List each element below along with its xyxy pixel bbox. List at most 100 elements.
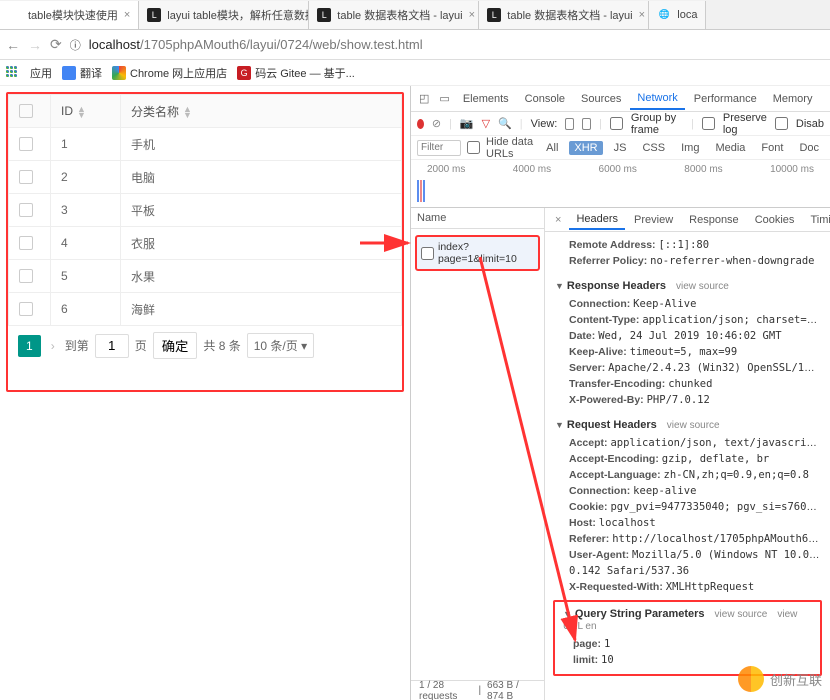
row-checkbox[interactable]	[19, 269, 33, 283]
browser-tab[interactable]: table模块快速使用×	[0, 1, 139, 29]
tick: 4000 ms	[513, 164, 551, 175]
chrome-icon	[112, 66, 126, 80]
favicon-icon: L	[317, 8, 331, 22]
tab-headers[interactable]: Headers	[569, 210, 625, 230]
filter-input[interactable]	[417, 140, 461, 156]
back-icon[interactable]: ←	[6, 37, 20, 53]
view-small-icon[interactable]	[582, 118, 591, 130]
favicon-icon	[8, 8, 22, 22]
pagination: 1 › 到第 页 确定 共 8 条 10 条/页 ▾	[8, 326, 402, 365]
tab-console[interactable]: Console	[518, 89, 572, 109]
tab-performance[interactable]: Performance	[687, 89, 764, 109]
limit-select[interactable]: 10 条/页 ▾	[247, 333, 314, 358]
filter-doc[interactable]: Doc	[794, 141, 824, 155]
browser-tab[interactable]: Ltable 数据表格文档 - layui×	[479, 1, 649, 29]
tab-title: table 数据表格文档 - layui	[337, 7, 462, 23]
filter-css[interactable]: CSS	[637, 141, 670, 155]
filter-media[interactable]: Media	[710, 141, 750, 155]
tab-timing[interactable]: Timing	[803, 211, 830, 229]
filter-font[interactable]: Font	[756, 141, 788, 155]
close-tab-icon[interactable]: ×	[639, 9, 645, 21]
header-row: Accept: application/json, text/javascrip…	[555, 435, 820, 451]
filter-xhr[interactable]: XHR	[569, 141, 602, 155]
data-table: ID▲▼ 分类名称▲▼ 1手机 2电脑 3平板 4衣服 5水果 6海鲜	[8, 94, 402, 326]
row-checkbox[interactable]	[19, 170, 33, 184]
tab-network[interactable]: Network	[630, 88, 684, 110]
header-row: 0.142 Safari/537.36	[555, 563, 820, 579]
site-info-icon[interactable]: ⓘ	[70, 37, 81, 53]
close-tab-icon[interactable]: ×	[469, 9, 475, 21]
total-count: 共 8 条	[203, 337, 240, 354]
preserve-checkbox[interactable]	[702, 117, 715, 130]
disable-cache-checkbox[interactable]	[775, 117, 788, 130]
tab-elements[interactable]: Elements	[456, 89, 516, 109]
network-timeline[interactable]: 2000 ms 4000 ms 6000 ms 8000 ms 10000 ms	[411, 160, 830, 208]
browser-tab[interactable]: Llayui table模块，解析任意数据×	[139, 1, 309, 29]
inspect-icon[interactable]: ◰	[415, 92, 433, 105]
reload-icon[interactable]: ⟳	[50, 36, 62, 53]
page-next-icon[interactable]: ›	[47, 339, 59, 353]
request-headers-section[interactable]: ▼Request Headersview source	[555, 415, 820, 435]
group-checkbox[interactable]	[610, 117, 623, 130]
request-row[interactable]: index?page=1&limit=10	[415, 235, 540, 271]
checkbox-all[interactable]	[19, 104, 33, 118]
page-current[interactable]: 1	[18, 335, 41, 357]
table-body: 1手机 2电脑 3平板 4衣服 5水果 6海鲜	[9, 128, 402, 326]
row-checkbox[interactable]	[19, 236, 33, 250]
table-row[interactable]: 6海鲜	[9, 293, 402, 326]
favicon-icon: L	[487, 8, 501, 22]
filter-all[interactable]: All	[541, 141, 563, 155]
response-headers-section[interactable]: ▼Response Headersview source	[555, 276, 820, 296]
search-icon[interactable]: 🔍	[498, 117, 512, 130]
watermark-icon	[738, 666, 764, 692]
goto-input[interactable]	[95, 334, 129, 358]
sort-icon[interactable]: ▲▼	[183, 106, 192, 118]
view-large-icon[interactable]	[565, 118, 574, 130]
request-checkbox[interactable]	[421, 247, 434, 260]
header-row: Date: Wed, 24 Jul 2019 10:46:02 GMT	[555, 328, 820, 344]
tab-cookies[interactable]: Cookies	[748, 211, 802, 229]
row-checkbox[interactable]	[19, 302, 33, 316]
filter-js[interactable]: JS	[609, 141, 632, 155]
bookmark-item[interactable]: 翻译	[62, 65, 102, 81]
table-row[interactable]: 4衣服	[9, 227, 402, 260]
row-checkbox[interactable]	[19, 137, 33, 151]
qsp-section[interactable]: ▼Query String Parametersview sourceview …	[559, 604, 816, 636]
device-icon[interactable]: ▭	[435, 92, 453, 105]
bookmark-item[interactable]: G码云 Gitee — 基于...	[237, 65, 355, 81]
url-text[interactable]: localhost/1705phpAMouth6/layui/0724/web/…	[89, 37, 824, 52]
watermark-text: 创新互联	[770, 670, 822, 689]
tab-sources[interactable]: Sources	[574, 89, 628, 109]
filter-bar: Hide data URLs All XHR JS CSS Img Media …	[411, 136, 830, 160]
bookmark-item[interactable]: Chrome 网上应用店	[112, 65, 227, 81]
table-row[interactable]: 5水果	[9, 260, 402, 293]
hide-data-checkbox[interactable]	[467, 141, 480, 154]
remote-address-val: [::1]:80	[658, 239, 709, 251]
filter-icon[interactable]: ▽	[482, 117, 490, 130]
row-checkbox[interactable]	[19, 203, 33, 217]
camera-icon[interactable]: 📷	[460, 117, 474, 130]
browser-tab[interactable]: Ltable 数据表格文档 - layui ×	[309, 1, 479, 29]
status-bytes: 663 B / 874 B	[487, 680, 536, 700]
goto-confirm-button[interactable]: 确定	[153, 332, 198, 359]
browser-tab[interactable]: 🌐loca	[649, 1, 706, 29]
table-row[interactable]: 3平板	[9, 194, 402, 227]
apps-icon[interactable]	[6, 66, 20, 80]
request-name: index?page=1&limit=10	[438, 241, 534, 265]
tab-memory[interactable]: Memory	[766, 89, 820, 109]
clear-icon[interactable]: ⊘	[432, 117, 441, 130]
header-row: page: 1	[559, 636, 816, 652]
apps-label[interactable]: 应用	[30, 65, 52, 81]
referrer-key: Referrer Policy:	[569, 255, 647, 267]
devtools-tabs: ◰ ▭ Elements Console Sources Network Per…	[411, 86, 830, 112]
record-icon[interactable]	[417, 119, 424, 129]
close-details-icon[interactable]: ×	[549, 214, 567, 226]
filter-img[interactable]: Img	[676, 141, 704, 155]
tab-preview[interactable]: Preview	[627, 211, 680, 229]
table-row[interactable]: 1手机	[9, 128, 402, 161]
detail-tabs: × Headers Preview Response Cookies Timin…	[545, 208, 830, 232]
sort-icon[interactable]: ▲▼	[77, 106, 86, 118]
close-tab-icon[interactable]: ×	[124, 9, 130, 21]
tab-response[interactable]: Response	[682, 211, 746, 229]
table-row[interactable]: 2电脑	[9, 161, 402, 194]
